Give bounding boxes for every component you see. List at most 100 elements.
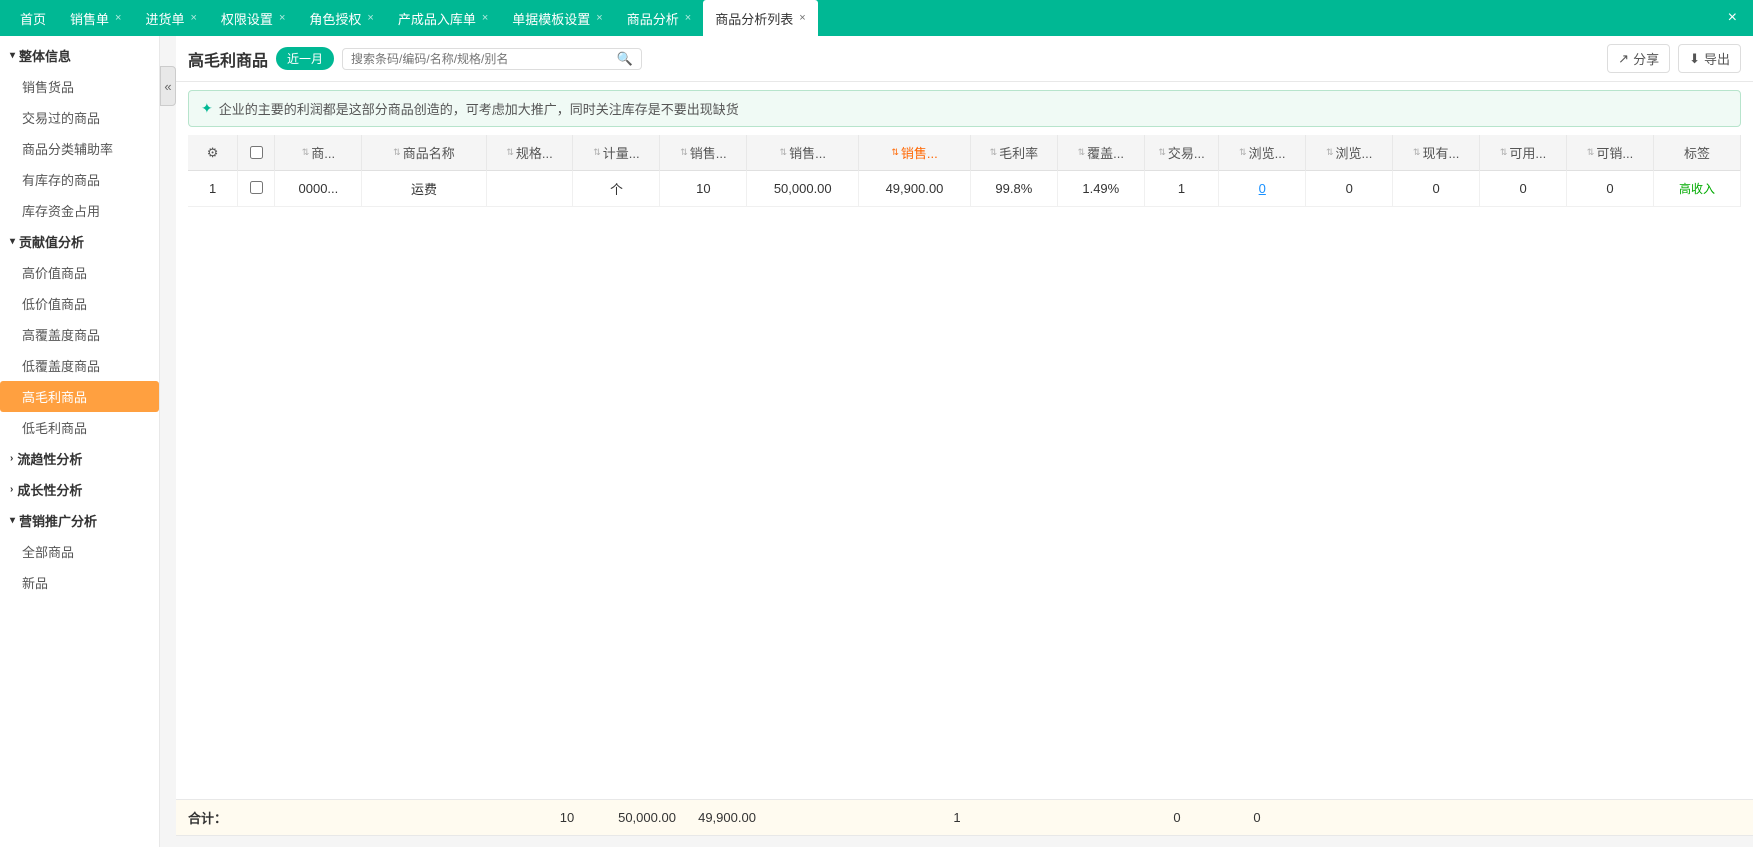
- cell-sales-cost: 49,900.00: [859, 171, 971, 207]
- share-icon: ↗: [1618, 51, 1629, 67]
- sidebar-item-high-margin[interactable]: 高毛利商品: [0, 381, 159, 412]
- sidebar-section-contribution[interactable]: ▾ 贡献值分析: [0, 226, 159, 257]
- close-all-button[interactable]: ×: [1728, 9, 1745, 27]
- footer-available-stock: 0: [1137, 810, 1217, 825]
- cell-spec: [486, 171, 573, 207]
- close-icon[interactable]: ×: [596, 12, 602, 24]
- sidebar-item-low-margin[interactable]: 低毛利商品: [0, 412, 159, 443]
- nav-product-analysis[interactable]: 商品分析 ×: [615, 0, 703, 36]
- footer-sales-amount: 50,000.00: [607, 810, 687, 825]
- col-index: ⚙: [188, 135, 238, 171]
- sidebar-item-low-coverage[interactable]: 低覆盖度商品: [0, 350, 159, 381]
- col-spec: ⇅规格...: [486, 135, 573, 171]
- nav-home[interactable]: 首页: [8, 0, 58, 36]
- cell-coverage: 1.49%: [1057, 171, 1144, 207]
- table-header-row: ⚙ ⇅商... ⇅商品名称 ⇅规格...: [188, 135, 1741, 171]
- col-unit: ⇅计量...: [573, 135, 660, 171]
- expand-arrow-icon: ▾: [10, 236, 15, 247]
- cell-name: 运费: [362, 171, 486, 207]
- cell-sales-amount: 50,000.00: [747, 171, 859, 207]
- search-box: 🔍: [342, 48, 642, 70]
- table-row: 1 0000... 运费 个 10 50,000.00 49,900.00 99…: [188, 171, 1741, 207]
- col-checkbox: [238, 135, 275, 171]
- col-sellable-stock: ⇅可销...: [1567, 135, 1654, 171]
- sidebar-item-category-rate[interactable]: 商品分类辅助率: [0, 133, 159, 164]
- settings-icon[interactable]: ⚙: [207, 145, 219, 161]
- sidebar-collapse-button[interactable]: «: [160, 66, 176, 106]
- col-current-stock: ⇅现有...: [1393, 135, 1480, 171]
- cell-tag: 高收入: [1653, 171, 1740, 207]
- sidebar-item-low-value[interactable]: 低价值商品: [0, 288, 159, 319]
- col-sku-code: ⇅商...: [275, 135, 362, 171]
- cell-browse1[interactable]: 0: [1219, 171, 1306, 207]
- nav-template-settings[interactable]: 单据模板设置 ×: [500, 0, 614, 36]
- col-sales-cost: ⇅销售...: [859, 135, 971, 171]
- sidebar-item-high-coverage[interactable]: 高覆盖度商品: [0, 319, 159, 350]
- cell-sales-qty: 10: [660, 171, 747, 207]
- sidebar: ▾ 整体信息 销售货品 交易过的商品 商品分类辅助率 有库存的商品 库存资金占用…: [0, 36, 160, 847]
- sidebar-item-high-value[interactable]: 高价值商品: [0, 257, 159, 288]
- table-container[interactable]: ⚙ ⇅商... ⇅商品名称 ⇅规格...: [188, 135, 1741, 799]
- col-tag: 标签: [1653, 135, 1740, 171]
- cell-sku-code: 0000...: [275, 171, 362, 207]
- export-icon: ⬇: [1689, 51, 1700, 67]
- header-actions: ↗ 分享 ⬇ 导出: [1607, 44, 1741, 73]
- nav-role-auth[interactable]: 角色授权 ×: [297, 0, 385, 36]
- expand-arrow-icon: ▾: [10, 515, 15, 526]
- col-browse2: ⇅浏览...: [1306, 135, 1393, 171]
- row-checkbox[interactable]: [250, 181, 263, 194]
- page-title: 高毛利商品: [188, 47, 268, 71]
- sidebar-item-all-goods[interactable]: 全部商品: [0, 536, 159, 567]
- sidebar-item-traded-goods[interactable]: 交易过的商品: [0, 102, 159, 133]
- share-button[interactable]: ↗ 分享: [1607, 44, 1670, 73]
- sidebar-section-marketing[interactable]: ▾ 营销推广分析: [0, 505, 159, 536]
- cell-index: 1: [188, 171, 238, 207]
- close-icon[interactable]: ×: [190, 12, 196, 24]
- export-button[interactable]: ⬇ 导出: [1678, 44, 1741, 73]
- footer-transaction: 1: [917, 810, 997, 825]
- nav-product-inbound[interactable]: 产成品入库单 ×: [386, 0, 500, 36]
- content-area: 高毛利商品 近一月 🔍 ↗ 分享 ⬇ 导出 ✦ 企业的主要的利润都是这部分商品创…: [176, 36, 1753, 847]
- sidebar-section-overall[interactable]: ▾ 整体信息: [0, 40, 159, 71]
- footer-label: 合计：: [188, 808, 227, 827]
- close-icon[interactable]: ×: [279, 12, 285, 24]
- search-icon[interactable]: 🔍: [617, 51, 633, 67]
- col-sales-qty: ⇅销售...: [660, 135, 747, 171]
- expand-arrow-icon: ▾: [10, 50, 15, 61]
- col-name: ⇅商品名称: [362, 135, 486, 171]
- col-transaction: ⇅交易...: [1144, 135, 1219, 171]
- cell-available-stock: 0: [1480, 171, 1567, 207]
- close-icon[interactable]: ×: [685, 12, 691, 24]
- info-banner: ✦ 企业的主要的利润都是这部分商品创造的，可考虑加大推广，同时关注库存是不要出现…: [188, 90, 1741, 127]
- nav-sales-order[interactable]: 销售单 ×: [58, 0, 133, 36]
- nav-permission-settings[interactable]: 权限设置 ×: [209, 0, 297, 36]
- data-table: ⚙ ⇅商... ⇅商品名称 ⇅规格...: [188, 135, 1741, 207]
- select-all-checkbox[interactable]: [250, 146, 263, 159]
- footer-sales-qty: 10: [527, 810, 607, 825]
- nav-purchase-order[interactable]: 进货单 ×: [133, 0, 208, 36]
- close-icon[interactable]: ×: [367, 12, 373, 24]
- close-icon[interactable]: ×: [799, 12, 805, 24]
- sidebar-item-stock-capital[interactable]: 库存资金占用: [0, 195, 159, 226]
- bottom-scrollbar[interactable]: [176, 835, 1753, 847]
- sidebar-section-trend[interactable]: › 流趋性分析: [0, 443, 159, 474]
- filter-recent-month-button[interactable]: 近一月: [276, 47, 334, 70]
- sidebar-item-stocked-goods[interactable]: 有库存的商品: [0, 164, 159, 195]
- sidebar-item-sales-goods[interactable]: 销售货品: [0, 71, 159, 102]
- top-navigation: 首页 销售单 × 进货单 × 权限设置 × 角色授权 × 产成品入库单 × 单据…: [0, 0, 1753, 36]
- col-gross-margin: ⇅毛利率: [970, 135, 1057, 171]
- close-icon[interactable]: ×: [482, 12, 488, 24]
- table-footer: 合计： 10 50,000.00 49,900.00 1 0 0: [176, 799, 1753, 835]
- footer-sales-cost: 49,900.00: [687, 810, 767, 825]
- sidebar-section-growth[interactable]: › 成长性分析: [0, 474, 159, 505]
- expand-arrow-icon: ›: [10, 453, 13, 464]
- info-icon: ✦: [201, 100, 213, 117]
- cell-gross-margin: 99.8%: [970, 171, 1057, 207]
- col-coverage: ⇅覆盖...: [1057, 135, 1144, 171]
- close-icon[interactable]: ×: [115, 12, 121, 24]
- nav-product-analysis-list[interactable]: 商品分析列表 ×: [703, 0, 817, 36]
- col-available-stock: ⇅可用...: [1480, 135, 1567, 171]
- cell-current-stock: 0: [1393, 171, 1480, 207]
- search-input[interactable]: [351, 52, 613, 66]
- sidebar-item-new-goods[interactable]: 新品: [0, 567, 159, 598]
